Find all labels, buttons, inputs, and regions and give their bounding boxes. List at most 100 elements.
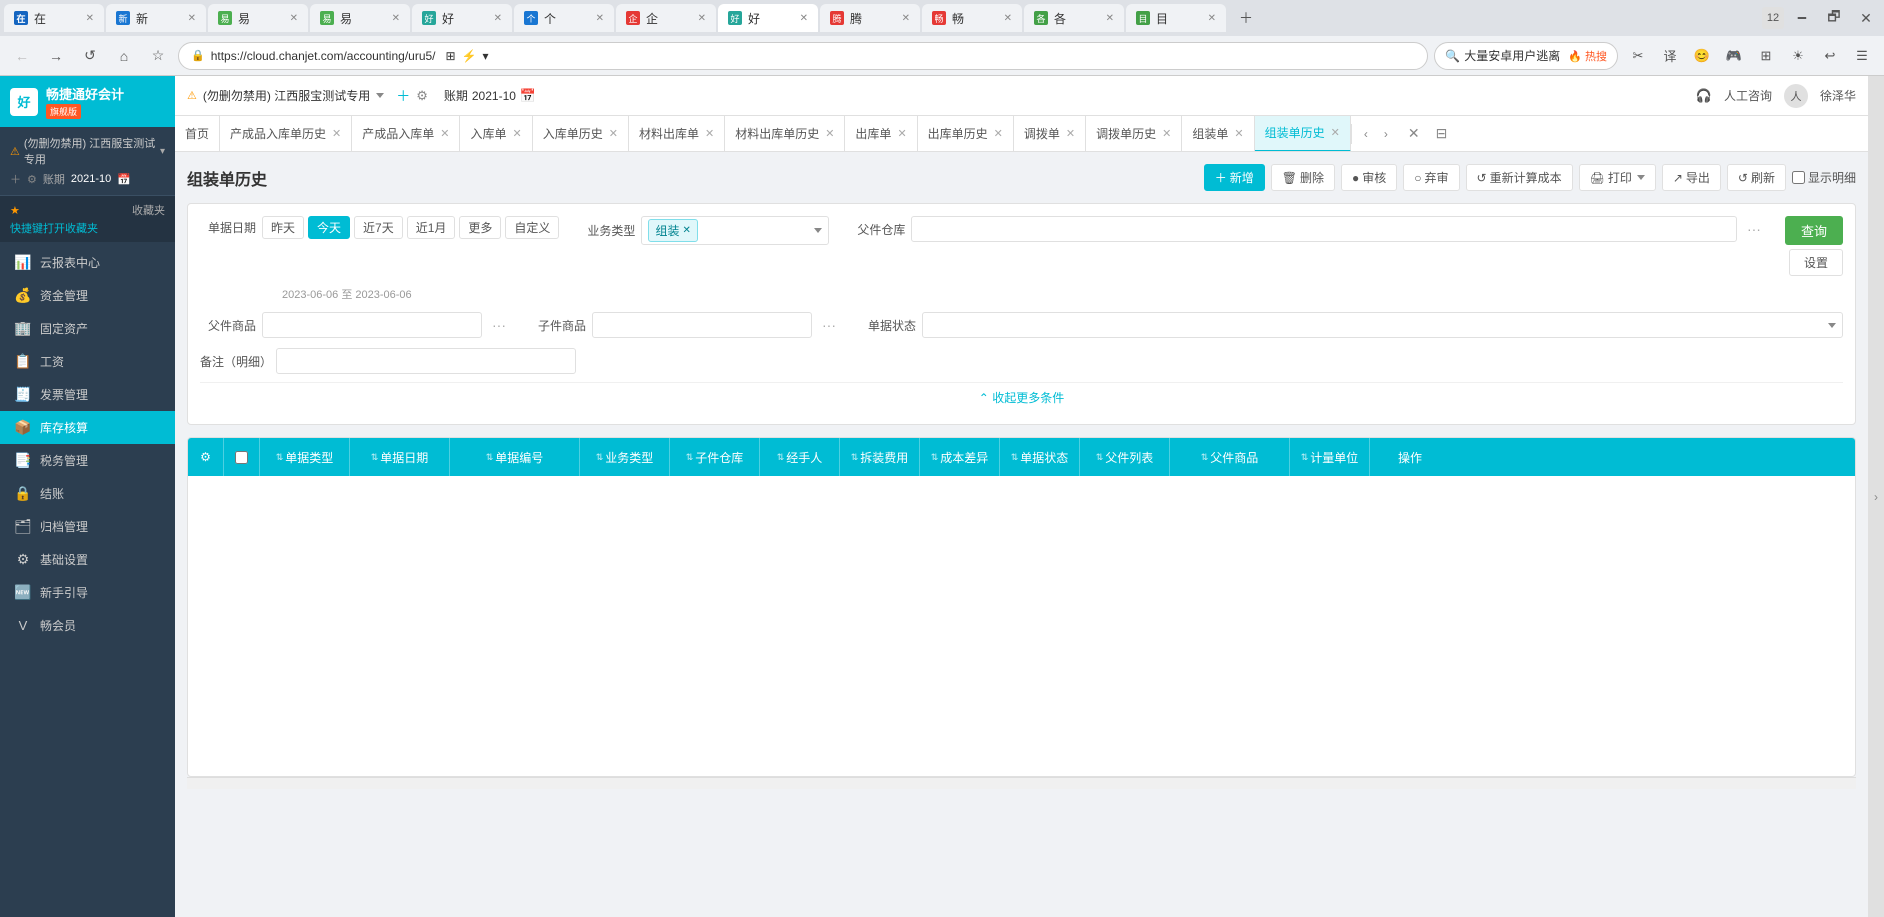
page-tab-5[interactable]: 材料出库单 ✕ [629,116,725,152]
audit-btn[interactable]: ● 审核 [1341,164,1397,191]
page-tab-12-close[interactable]: ✕ [1331,126,1340,139]
th-type[interactable]: ⇅ 单据类型 [260,438,350,476]
close-window-btn[interactable]: ✕ [1852,4,1880,32]
page-tab-11-close[interactable]: ✕ [1234,127,1243,140]
emoji-icon[interactable]: 😊 [1688,42,1716,70]
sidebar-item-report[interactable]: 📊 云报表中心 [0,246,175,279]
open-favorites-btn[interactable]: 快捷键打开收藏夹 [10,220,165,236]
date-btn-yesterday[interactable]: 昨天 [262,216,304,239]
page-tab-1-close[interactable]: ✕ [332,127,341,140]
restore-window-btn[interactable]: 🗗 [1820,4,1848,32]
add-btn[interactable]: ＋ 新增 [1204,164,1265,191]
th-parent-list[interactable]: ⇅ 父件列表 [1080,438,1170,476]
page-tab-7[interactable]: 出库单 ✕ [845,116,917,152]
th-child-wh[interactable]: ⇅ 子件仓库 [670,438,760,476]
date-btn-more[interactable]: 更多 [459,216,501,239]
th-cost-diff[interactable]: ⇅ 成本差异 [920,438,1000,476]
child-goods-more-btn[interactable]: ··· [818,315,840,335]
address-dropdown-btn[interactable]: ▾ [483,49,489,63]
show-detail-checkbox-label[interactable]: 显示明细 [1792,169,1856,186]
th-handler[interactable]: ⇅ 经手人 [760,438,840,476]
delete-btn[interactable]: 🗑 删除 [1271,164,1335,191]
browser-tab-7[interactable]: 企 企 ✕ [616,4,716,32]
header-gear-icon[interactable]: ⚙ [416,88,428,104]
page-tab-3[interactable]: 入库单 ✕ [460,116,532,152]
bottom-scrollbar[interactable] [187,777,1856,789]
child-goods-input[interactable] [592,312,812,338]
print-btn[interactable]: 🖨 打印 [1579,164,1656,191]
show-detail-checkbox[interactable] [1792,171,1805,184]
date-btn-7days[interactable]: 近7天 [354,216,403,239]
add-company-icon[interactable]: ＋ [10,171,21,187]
forward-btn[interactable]: → [42,42,70,70]
date-btn-1month[interactable]: 近1月 [407,216,456,239]
browser-tab-3[interactable]: 易 易 ✕ [208,4,308,32]
tab-close-1[interactable]: ✕ [86,13,94,24]
page-tab-10-close[interactable]: ✕ [1162,127,1171,140]
translate-icon[interactable]: 译 [1656,42,1684,70]
biz-type-tag-remove[interactable]: ✕ [682,225,690,236]
abandon-btn[interactable]: ○ 弃审 [1403,164,1459,191]
user-name[interactable]: 徐泽华 [1820,87,1856,104]
browser-tab-1[interactable]: 在 在 ✕ [4,4,104,32]
address-lightning-btn[interactable]: ⚡ [462,49,477,63]
parent-goods-input[interactable] [262,312,482,338]
sidebar-item-settings[interactable]: ⚙ 基础设置 [0,543,175,576]
company-dropdown-arrow[interactable] [376,93,384,98]
sidebar-item-assets[interactable]: 🏢 固定资产 [0,312,175,345]
biz-type-dropdown-arrow[interactable] [814,228,822,233]
right-panel-toggle[interactable]: › [1868,76,1884,917]
page-tab-9[interactable]: 调拨单 ✕ [1014,116,1086,152]
parent-wh-input[interactable] [911,216,1737,242]
company-dropdown-icon[interactable]: ▾ [160,146,165,157]
th-status[interactable]: ⇅ 单据状态 [1000,438,1080,476]
sidebar-item-member[interactable]: V 畅会员 [0,609,175,642]
order-status-select[interactable] [922,312,1843,338]
page-tab-10[interactable]: 调拨单历史 ✕ [1086,116,1182,152]
tab-close-7[interactable]: ✕ [698,13,706,24]
tab-close-11[interactable]: ✕ [1106,13,1114,24]
sidebar-item-finance[interactable]: 💰 资金管理 [0,279,175,312]
page-tab-9-close[interactable]: ✕ [1066,127,1075,140]
export-btn[interactable]: ↗ 导出 [1662,164,1721,191]
restore-btn[interactable]: 🗕 [1788,4,1816,32]
page-tab-5-close[interactable]: ✕ [705,127,714,140]
page-tab-12[interactable]: 组装单历史 ✕ [1255,116,1351,152]
th-biz[interactable]: ⇅ 业务类型 [580,438,670,476]
period-calendar-icon[interactable]: 📅 [117,173,131,186]
th-parent-goods[interactable]: ⇅ 父件商品 [1170,438,1290,476]
page-tab-8-close[interactable]: ✕ [994,127,1003,140]
tab-close-12[interactable]: ✕ [1208,13,1216,24]
page-tab-11[interactable]: 组装单 ✕ [1182,116,1254,152]
query-btn[interactable]: 查询 [1785,216,1843,245]
game-icon[interactable]: 🎮 [1720,42,1748,70]
note-input[interactable] [276,348,576,374]
tab-count-btn[interactable]: 12 [1762,7,1784,29]
tab-scroll-left-btn[interactable]: ‹ [1356,124,1376,144]
bookmark-btn[interactable]: ☆ [144,42,172,70]
parent-goods-more-btn[interactable]: ··· [488,315,510,335]
page-tab-8[interactable]: 出库单历史 ✕ [918,116,1014,152]
sidebar-item-guide[interactable]: 🆕 新手引导 [0,576,175,609]
settings-icon[interactable]: ⚙ [27,173,37,186]
sidebar-item-closing[interactable]: 🔒 结账 [0,477,175,510]
sidebar-item-tax[interactable]: 📑 税务管理 [0,444,175,477]
tab-close-2[interactable]: ✕ [188,13,196,24]
browser-tab-5[interactable]: 好 好 ✕ [412,4,512,32]
page-tab-1[interactable]: 产成品入库单历史 ✕ [220,116,352,152]
browser-tab-9[interactable]: 腾 腾 ✕ [820,4,920,32]
brightness-icon[interactable]: ☀ [1784,42,1812,70]
page-tab-2-close[interactable]: ✕ [440,127,449,140]
page-tab-6[interactable]: 材料出库单历史 ✕ [725,116,845,152]
search-bar[interactable]: 🔍 大量安卓用户逃离 🔥 热搜 [1434,42,1618,70]
th-unit[interactable]: ⇅ 计量单位 [1290,438,1370,476]
page-tab-7-close[interactable]: ✕ [897,127,906,140]
page-tab-4-close[interactable]: ✕ [609,127,618,140]
date-btn-today[interactable]: 今天 [308,216,350,239]
tab-close-10[interactable]: ✕ [1004,13,1012,24]
page-tab-4[interactable]: 入库单历史 ✕ [533,116,629,152]
setting-btn[interactable]: 设置 [1789,249,1843,276]
page-tab-2[interactable]: 产成品入库单 ✕ [352,116,460,152]
address-qr-btn[interactable]: ⊞ [446,49,456,63]
tab-close-9[interactable]: ✕ [902,13,910,24]
